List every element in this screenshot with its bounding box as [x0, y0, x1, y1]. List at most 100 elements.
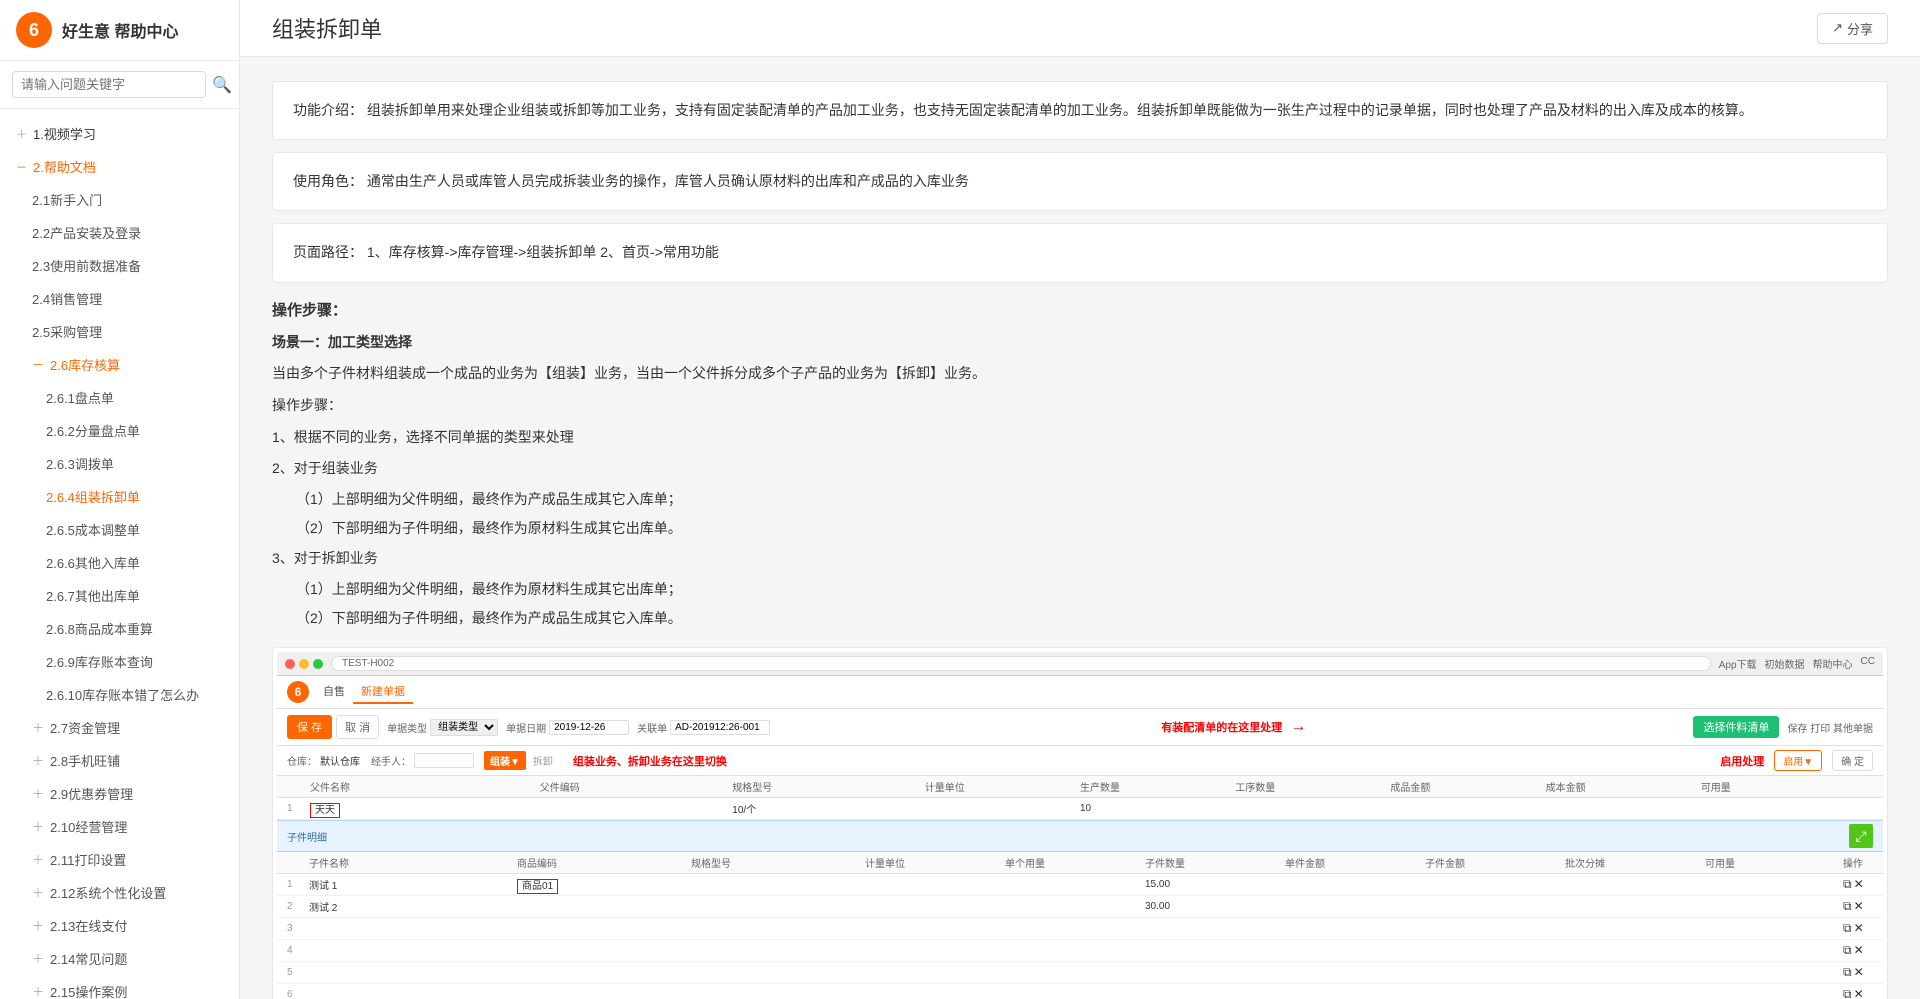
sidebar-item-label: 2.7资金管理	[50, 718, 120, 737]
screenshot-child-row5-copy[interactable]: ⧉	[1843, 965, 1852, 980]
sidebar-item-2-7[interactable]: ＋ 2.7资金管理	[0, 711, 239, 744]
sidebar-item-2-6-9[interactable]: 2.6.9库存账本查询	[0, 645, 239, 678]
screenshot-confirm-btn[interactable]: 确 定	[1832, 750, 1873, 771]
sidebar-item-2-2[interactable]: 2.2产品安装及登录	[0, 216, 239, 249]
plus-icon: ＋	[32, 983, 44, 999]
screenshot-add-child-btn[interactable]: ⤢	[1849, 824, 1873, 848]
sidebar-item-label: 2.13在线支付	[50, 916, 127, 935]
brand-name: 好生意 帮助中心	[62, 18, 178, 42]
screenshot-btn-select-material[interactable]: 选择件料清单	[1693, 716, 1779, 738]
screenshot-child-th-child-amt: 子件金额	[1423, 855, 1563, 870]
screenshot-child-row1-del[interactable]: ✕	[1854, 877, 1864, 892]
screenshot-child-row4-del[interactable]: ✕	[1854, 943, 1864, 958]
minus-icon: －	[32, 356, 44, 373]
search-input[interactable]	[12, 71, 206, 98]
sidebar-item-2-5[interactable]: 2.5采购管理	[0, 315, 239, 348]
screenshot-child-row2-del[interactable]: ✕	[1854, 899, 1864, 914]
sidebar-item-2-12[interactable]: ＋ 2.12系统个性化设置	[0, 876, 239, 909]
share-button[interactable]: ↗ 分享	[1817, 13, 1888, 44]
sidebar-item-2-1[interactable]: 2.1新手入门	[0, 183, 239, 216]
screenshot-cc-link: CC	[1861, 656, 1875, 671]
role-box: 使用角色： 通常由生产人员或库管人员完成拆装业务的操作，库管人员确认原材料的出库…	[272, 152, 1888, 211]
sidebar-item-2-8[interactable]: ＋ 2.8手机旺铺	[0, 744, 239, 777]
sidebar-item-label: 2.10经营管理	[50, 817, 127, 836]
sidebar-item-2-15[interactable]: ＋ 2.15操作案例	[0, 975, 239, 999]
screenshot-child-row2-copy[interactable]: ⧉	[1843, 899, 1852, 914]
screenshot-child-row6-del[interactable]: ✕	[1854, 987, 1864, 999]
screenshot-tab-sale[interactable]: 自售	[315, 680, 353, 704]
sidebar-item-2-6-10[interactable]: 2.6.10库存账本错了怎么办	[0, 678, 239, 711]
screenshot-child-th-single-use: 单个用量	[1003, 855, 1143, 870]
sidebar-item-2-6[interactable]: － 2.6库存核算	[0, 348, 239, 381]
screenshot-child-row-2: 2 测试 2 30.00 ⧉ ✕	[277, 896, 1883, 918]
sidebar-item-videos[interactable]: ＋ 1.视频学习	[0, 117, 239, 150]
sidebar-item-label: 2.6.2分量盘点单	[46, 421, 140, 440]
step-3-sub2: （2）下部明细为子件明细，最终作为产成品生成其它入库单。	[296, 606, 1888, 631]
sidebar-item-2-11[interactable]: ＋ 2.11打印设置	[0, 843, 239, 876]
screenshot-sub-toolbar: 仓库： 默认仓库 经手人：	[287, 753, 474, 768]
screenshot-tab-new[interactable]: 新建单据	[353, 680, 413, 704]
screenshot-order-label: 关联单	[637, 720, 667, 735]
screenshot-type-select[interactable]: 组装类型 拆卸类型	[430, 719, 498, 736]
screenshot-child-th-spec: 规格型号	[689, 855, 863, 870]
screenshot-child-row6-copy[interactable]: ⧉	[1843, 987, 1852, 999]
screenshot-btn-save[interactable]: 保 存	[287, 715, 332, 739]
sidebar-item-2-6-1[interactable]: 2.6.1盘点单	[0, 381, 239, 414]
screenshot-handler-input[interactable]	[414, 753, 474, 768]
scene1-desc: 当由多个子件材料组装成一个成品的业务为【组装】业务，当由一个父件拆分成多个子产品…	[272, 360, 1888, 387]
step-2-sub1: （1）上部明细为父件明细，最终作为产成品生成其它入库单；	[296, 487, 1888, 512]
path-text: 1、库存核算->库存管理->组装拆卸单 2、首页->常用功能	[367, 244, 719, 260]
plus-icon: ＋	[32, 884, 44, 901]
sidebar-item-2-6-7[interactable]: 2.6.7其他出库单	[0, 579, 239, 612]
sidebar-header: 6 好生意 帮助中心	[0, 0, 239, 61]
sidebar-item-2-3[interactable]: 2.3使用前数据准备	[0, 249, 239, 282]
sidebar-item-2-14[interactable]: ＋ 2.14常见问题	[0, 942, 239, 975]
sidebar-item-2-6-6[interactable]: 2.6.6其他入库单	[0, 546, 239, 579]
screenshot-date-input[interactable]	[549, 720, 629, 735]
sidebar-item-2-4[interactable]: 2.4销售管理	[0, 282, 239, 315]
screenshot-enable-btn[interactable]: 启用▼	[1774, 750, 1822, 771]
screenshot-parent-name[interactable]: 天天	[310, 803, 340, 818]
search-button[interactable]: 🔍	[212, 75, 232, 95]
screenshot-field-type-label: 单据类型	[387, 720, 427, 735]
sidebar-item-2-6-3[interactable]: 2.6.3调拨单	[0, 447, 239, 480]
nav-tree: ＋ 1.视频学习 － 2.帮助文档 2.1新手入门 2.2产品安装及登录 2.3…	[0, 109, 239, 999]
screenshot-right-actions: 保存 打印 其他单据	[1787, 720, 1873, 735]
screenshot-th-parent-name: 父件名称	[307, 779, 537, 794]
screenshot-child-row-4: 4 ⧉ ✕	[277, 940, 1883, 962]
plus-icon: ＋	[32, 785, 44, 802]
main: 组装拆卸单 ↗ 分享 功能介绍： 组装拆卸单用来处理企业组装或拆卸等加工业务，支…	[240, 0, 1920, 999]
screenshot-th-parent-code: 父件编码	[537, 779, 730, 794]
sidebar-item-docs[interactable]: － 2.帮助文档	[0, 150, 239, 183]
sidebar-item-2-6-8[interactable]: 2.6.8商品成本重算	[0, 612, 239, 645]
sidebar: 6 好生意 帮助中心 🔍 ＋ 1.视频学习 － 2.帮助文档 2.1新手入门 2…	[0, 0, 240, 999]
screenshot-child-th-avail: 可用量	[1703, 855, 1843, 870]
screenshot-child-row1-copy[interactable]: ⧉	[1843, 877, 1852, 892]
screenshot-child-row5-del[interactable]: ✕	[1854, 965, 1864, 980]
screenshot-child-th-qty: 子件数量	[1143, 855, 1283, 870]
sidebar-item-2-10[interactable]: ＋ 2.10经营管理	[0, 810, 239, 843]
screenshot-child-row-5: 5 ⧉ ✕	[277, 962, 1883, 984]
sidebar-item-2-6-5[interactable]: 2.6.5成本调整单	[0, 513, 239, 546]
role-text: 通常由生产人员或库管人员完成拆装业务的操作，库管人员确认原材料的出库和产成品的入…	[367, 173, 969, 189]
page-title: 组装拆卸单	[272, 12, 382, 44]
ops-title: 操作步骤：	[272, 299, 1888, 320]
screenshot-btn-cancel[interactable]: 取 消	[336, 715, 379, 739]
intro-text: 组装拆卸单用来处理企业组装或拆卸等加工业务，支持有固定装配清单的产品加工业务，也…	[367, 102, 1753, 118]
step-2: 2、对于组装业务	[272, 456, 1888, 481]
screenshot-child-row3-del[interactable]: ✕	[1854, 921, 1864, 936]
sidebar-item-2-13[interactable]: ＋ 2.13在线支付	[0, 909, 239, 942]
sidebar-item-2-6-2[interactable]: 2.6.2分量盘点单	[0, 414, 239, 447]
plus-icon: ＋	[32, 950, 44, 967]
screenshot-annotation3: 启用处理	[1720, 753, 1764, 769]
steps-title: 操作步骤：	[272, 392, 1888, 419]
sidebar-item-2-6-4[interactable]: 2.6.4组装拆卸单	[0, 480, 239, 513]
screenshot-order-input[interactable]	[670, 720, 770, 735]
screenshot-child-row3-copy[interactable]: ⧉	[1843, 921, 1852, 936]
screenshot-logo: 6	[287, 681, 309, 703]
mock-screenshot: TEST-H002 App下载 初始数据 帮助中心 CC 6 自售 新建单据	[277, 652, 1883, 999]
sidebar-item-2-9[interactable]: ＋ 2.9优惠券管理	[0, 777, 239, 810]
screenshot-th-cost-amt: 成本金额	[1543, 779, 1698, 794]
screenshot-child-th-code: 商品编码	[515, 855, 689, 870]
screenshot-child-row4-copy[interactable]: ⧉	[1843, 943, 1852, 958]
